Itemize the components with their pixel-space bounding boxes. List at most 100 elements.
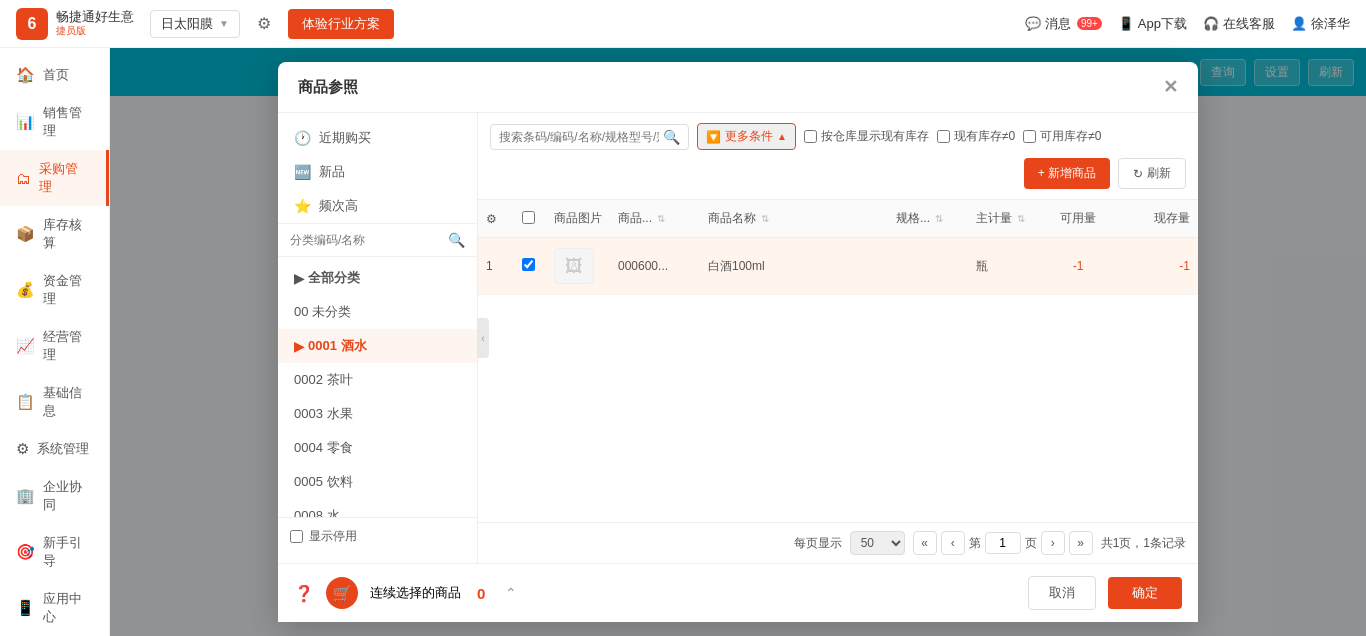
sidebar-item-base[interactable]: 📋 基础信息	[0, 374, 109, 430]
sidebar-item-guide[interactable]: 🎯 新手引导	[0, 524, 109, 580]
messages-label: 消息	[1045, 15, 1071, 33]
customer-service-nav[interactable]: 🎧 在线客服	[1203, 15, 1275, 33]
th-code[interactable]: 商品... ⇅	[610, 200, 700, 238]
modal-toolbar: 🔍 🔽 更多条件 ▲ 按仓库显示现有库存	[478, 113, 1198, 200]
logo-text-wrap: 畅捷通好生意 捷员版	[56, 9, 134, 39]
store-arrow-icon: ▼	[219, 18, 229, 29]
th-check[interactable]	[514, 200, 546, 238]
avatar-icon: 👤	[1291, 16, 1307, 31]
message-icon: 💬	[1025, 16, 1041, 31]
check-avail-nonzero-option[interactable]: 可用库存≠0	[1023, 128, 1101, 145]
quick-frequent[interactable]: ⭐ 频次高	[278, 189, 477, 223]
check-warehouse-checkbox[interactable]	[804, 130, 817, 143]
total-info: 共1页，1条记录	[1101, 535, 1186, 552]
row-checkbox[interactable]	[522, 258, 535, 271]
check-avail-nonzero-checkbox[interactable]	[1023, 130, 1036, 143]
selected-label: 连续选择的商品	[370, 584, 461, 602]
add-product-button[interactable]: + 新增商品	[1024, 158, 1110, 189]
message-badge: 99+	[1077, 17, 1102, 30]
next-page-button[interactable]: ›	[1041, 531, 1065, 555]
per-page-select[interactable]: 50 100	[850, 531, 905, 555]
sidebar-item-home[interactable]: 🏠 首页	[0, 56, 109, 94]
star-icon: ⭐	[294, 198, 311, 214]
store-selector[interactable]: 日太阳膜 ▼	[150, 10, 240, 38]
sidebar-item-enterprise[interactable]: 🏢 企业协同	[0, 468, 109, 524]
cat-arrow-0001: ▶	[294, 339, 304, 354]
guide-icon: 🎯	[16, 543, 35, 561]
sidebar-item-operation[interactable]: 📈 经营管理	[0, 318, 109, 374]
th-stock[interactable]: 现存量	[1118, 200, 1198, 238]
show-disabled-checkbox[interactable]	[290, 530, 303, 543]
check-warehouse-label: 按仓库显示现有库存	[821, 128, 929, 145]
check-stock-nonzero-checkbox[interactable]	[937, 130, 950, 143]
cat-label-0008: 0008 水	[294, 507, 340, 517]
gear-button[interactable]: ⚙	[248, 8, 280, 40]
collapse-left-button[interactable]: ‹	[477, 318, 489, 358]
th-name[interactable]: 商品名称 ⇅	[700, 200, 888, 238]
unit-sort-icon: ⇅	[1017, 213, 1025, 224]
check-avail-nonzero-label: 可用库存≠0	[1040, 128, 1101, 145]
cat-label-0002: 0002 茶叶	[294, 371, 353, 389]
cat-item-0001[interactable]: ▶ 0001 酒水	[278, 329, 477, 363]
table-gear-icon[interactable]: ⚙	[486, 212, 497, 226]
cat-item-all[interactable]: ▶ 全部分类	[278, 261, 477, 295]
cat-item-0008[interactable]: 0008 水	[278, 499, 477, 517]
cat-label-0004: 0004 零食	[294, 439, 353, 457]
sidebar-item-system[interactable]: ⚙ 系统管理	[0, 430, 109, 468]
page-nav: « ‹ 第 页 › »	[913, 531, 1093, 555]
check-stock-nonzero-option[interactable]: 现有库存≠0	[937, 128, 1015, 145]
cat-item-0003[interactable]: 0003 水果	[278, 397, 477, 431]
app-download-nav[interactable]: 📱 App下载	[1118, 15, 1187, 33]
sidebar-item-purchase[interactable]: 🗂 采购管理	[0, 150, 109, 206]
th-spec[interactable]: 规格... ⇅	[888, 200, 968, 238]
product-search-input[interactable]	[499, 130, 659, 144]
row-check[interactable]	[514, 238, 546, 295]
sidebar-item-sales[interactable]: 📊 销售管理	[0, 94, 109, 150]
category-search-icon[interactable]: 🔍	[448, 232, 465, 248]
quick-recent[interactable]: 🕐 近期购买	[278, 121, 477, 155]
th-avail-label: 可用量	[1060, 211, 1096, 225]
sidebar-guide-label: 新手引导	[43, 534, 93, 570]
trial-button[interactable]: 体验行业方案	[288, 9, 394, 39]
row-seq: 1	[478, 238, 514, 295]
name-sort-icon: ⇅	[761, 213, 769, 224]
messages-nav[interactable]: 💬 消息 99+	[1025, 15, 1102, 33]
row-img: 🖼	[546, 238, 610, 295]
sidebar-item-inventory[interactable]: 📦 库存核算	[0, 206, 109, 262]
main-layout: 🏠 首页 📊 销售管理 🗂 采购管理 📦 库存核算 💰 资金管理 📈 经营管理 …	[0, 48, 1366, 636]
refresh-button[interactable]: ↻ 刷新	[1118, 158, 1186, 189]
cat-item-0005[interactable]: 0005 饮料	[278, 465, 477, 499]
sidebar-finance-label: 资金管理	[43, 272, 93, 308]
filter-button[interactable]: 🔽 更多条件 ▲	[697, 123, 796, 150]
th-gear[interactable]: ⚙	[478, 200, 514, 238]
last-page-button[interactable]: »	[1069, 531, 1093, 555]
sidebar-home-label: 首页	[43, 66, 69, 84]
th-unit[interactable]: 主计量 ⇅	[968, 200, 1038, 238]
sidebar-inventory-label: 库存核算	[43, 216, 93, 252]
category-search-input[interactable]	[290, 233, 442, 247]
cat-item-00[interactable]: 00 未分类	[278, 295, 477, 329]
select-all-checkbox[interactable]	[522, 211, 535, 224]
th-avail[interactable]: 可用量	[1038, 200, 1118, 238]
quick-new[interactable]: 🆕 新品	[278, 155, 477, 189]
overlay: 商品参照 ✕ ‹ 🕐 近期购买 🆕	[110, 48, 1366, 636]
sidebar-item-apps[interactable]: 📱 应用中心	[0, 580, 109, 636]
filter-icon: 🔽	[706, 130, 721, 144]
first-page-button[interactable]: «	[913, 531, 937, 555]
user-avatar[interactable]: 👤 徐泽华	[1291, 15, 1350, 33]
help-icon[interactable]: ❓	[294, 584, 314, 603]
modal-close-button[interactable]: ✕	[1163, 76, 1178, 98]
table-row[interactable]: 1 🖼 000600... 白酒100ml	[478, 238, 1198, 295]
collapse-selected-button[interactable]: ⌃	[505, 585, 517, 601]
product-search-icon[interactable]: 🔍	[663, 129, 680, 145]
product-image: 🖼	[554, 248, 594, 284]
row-avail: -1	[1038, 238, 1118, 295]
sidebar-item-finance[interactable]: 💰 资金管理	[0, 262, 109, 318]
confirm-button[interactable]: 确定	[1108, 577, 1182, 609]
cancel-button[interactable]: 取消	[1028, 576, 1096, 610]
cat-item-0002[interactable]: 0002 茶叶	[278, 363, 477, 397]
page-number-input[interactable]	[985, 532, 1021, 554]
check-warehouse-option[interactable]: 按仓库显示现有库存	[804, 128, 929, 145]
cat-item-0004[interactable]: 0004 零食	[278, 431, 477, 465]
prev-page-button[interactable]: ‹	[941, 531, 965, 555]
